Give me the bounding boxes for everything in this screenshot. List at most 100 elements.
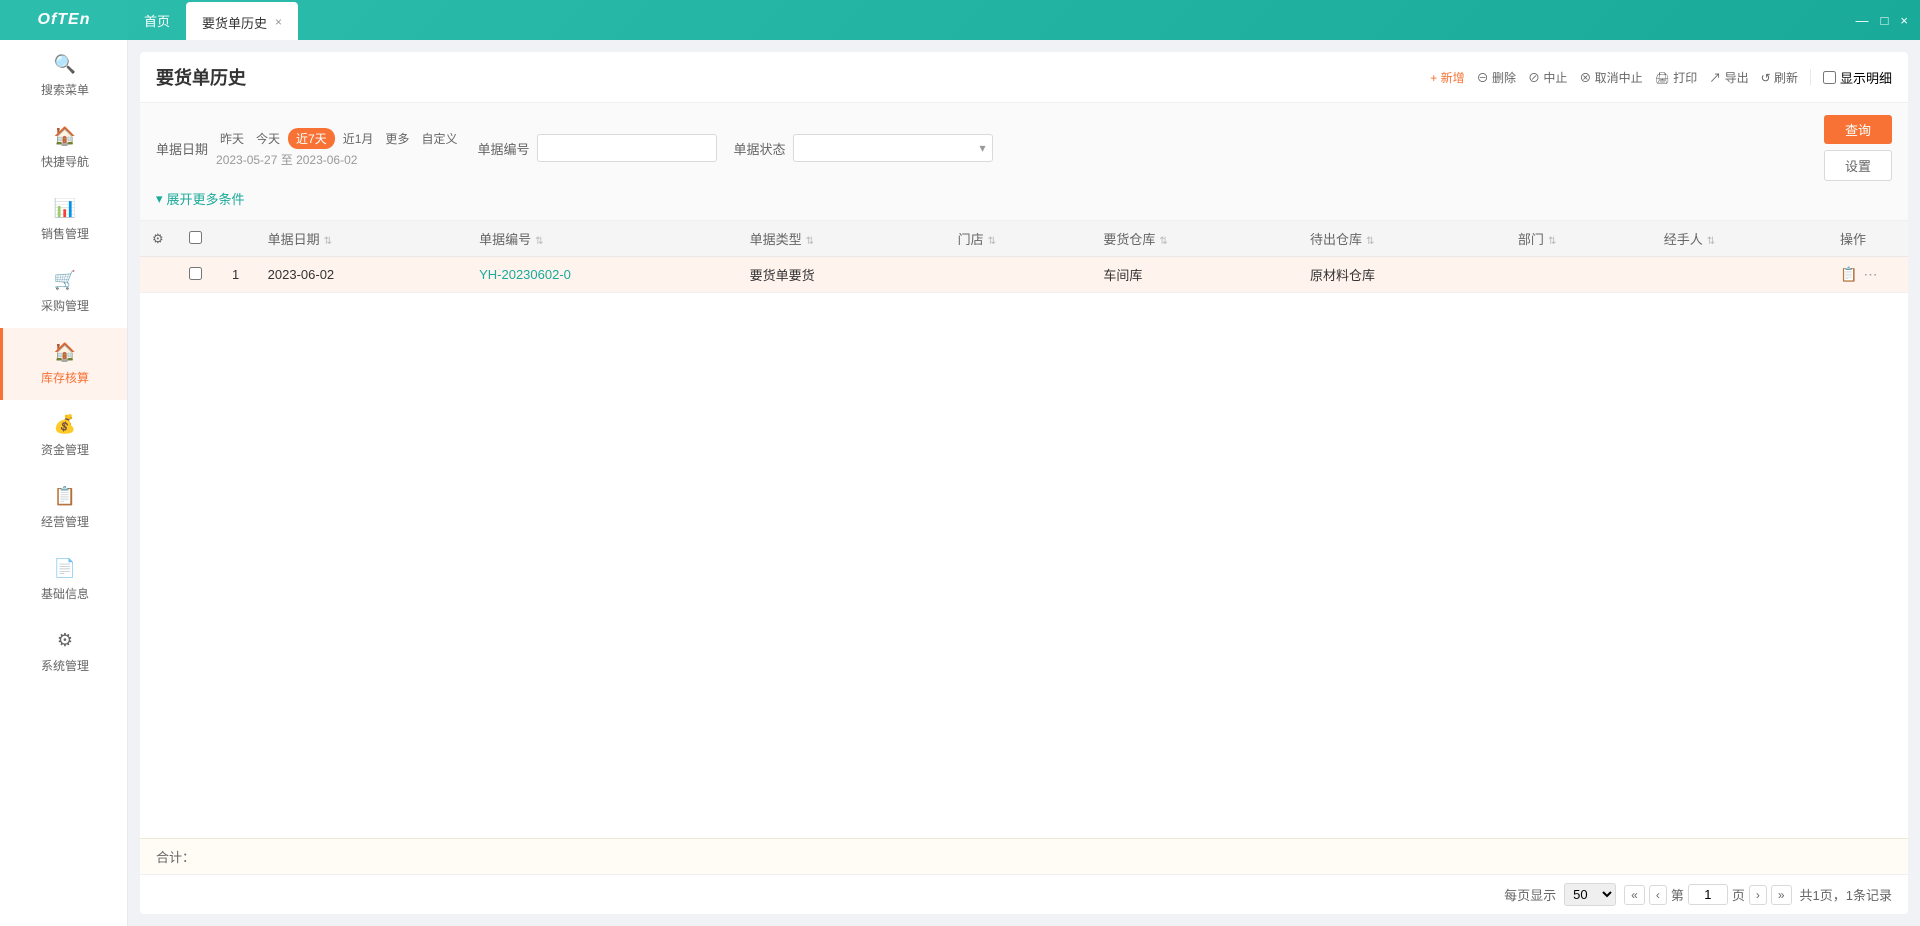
- top-bar-right: — □ ×: [1856, 13, 1920, 28]
- display-detail-toggle[interactable]: 显示明细: [1823, 68, 1892, 87]
- sidebar-item-label: 基础信息: [41, 585, 89, 602]
- date-filter-group: 单据日期 昨天 今天 近7天 近1月 更多 自定义 2023-05-27 至 2…: [156, 128, 461, 168]
- sidebar-item-label: 系统管理: [41, 657, 89, 674]
- row-more-icon[interactable]: ⋯: [1863, 266, 1877, 283]
- col-num: [216, 221, 256, 257]
- row-action-buttons: 📋 ⋯: [1840, 266, 1896, 283]
- query-button[interactable]: 查询: [1824, 115, 1892, 144]
- col-checkbox: [176, 221, 216, 257]
- tab-home[interactable]: 首页: [128, 0, 186, 40]
- prev-page-btn[interactable]: ‹: [1649, 885, 1667, 905]
- export-button[interactable]: ↗ 导出: [1709, 69, 1748, 86]
- col-date[interactable]: 单据日期⇅: [256, 221, 467, 257]
- table-area: ⚙ 单据日期⇅ 单据编号⇅ 单据类型⇅ 门店⇅ 要货仓库⇅ 待出仓库⇅ 部门⇅: [140, 221, 1908, 838]
- col-handler[interactable]: 经手人⇅: [1652, 221, 1828, 257]
- sidebar-item-system[interactable]: ⚙ 系统管理: [0, 616, 127, 688]
- sidebar-item-label: 库存核算: [41, 369, 89, 386]
- col-dept[interactable]: 部门⇅: [1506, 221, 1652, 257]
- page-content: 要货单历史 + 新增 ⊖ 删除 ⊘ 中止 ⊗ 取消中止 🖨 打印 ↗ 导出 ↺ …: [140, 52, 1908, 914]
- shortcut-today[interactable]: 今天: [252, 128, 284, 149]
- doc-no-input[interactable]: [537, 134, 717, 162]
- next-page-btn[interactable]: ›: [1749, 885, 1767, 905]
- doc-no-link[interactable]: YH-20230602-0: [479, 267, 571, 282]
- finance-icon: 💰: [54, 414, 76, 435]
- row-handler: [1652, 257, 1828, 293]
- toolbar: + 新增 ⊖ 删除 ⊘ 中止 ⊗ 取消中止 🖨 打印 ↗ 导出 ↺ 刷新 显示明…: [1430, 68, 1892, 87]
- date-filter-label: 单据日期: [156, 139, 208, 158]
- settings-button[interactable]: 设置: [1824, 150, 1892, 181]
- sort-handler-icon: ⇅: [1707, 236, 1715, 247]
- delete-button[interactable]: ⊖ 删除: [1477, 69, 1516, 86]
- row-doc-no: YH-20230602-0: [467, 257, 738, 293]
- row-date: 2023-06-02: [256, 257, 467, 293]
- page-label: 第: [1671, 885, 1684, 904]
- brand-area: OfTEn: [0, 0, 128, 40]
- search-menu-icon: 🔍: [54, 54, 76, 75]
- select-all-checkbox[interactable]: [189, 231, 202, 244]
- shortcut-1month[interactable]: 近1月: [339, 128, 378, 149]
- row-req-warehouse: 车间库: [1091, 257, 1298, 293]
- last-page-btn[interactable]: »: [1771, 885, 1792, 905]
- shortcut-yesterday[interactable]: 昨天: [216, 128, 248, 149]
- row-doc-type: 要货单要货: [738, 257, 946, 293]
- window-close-btn[interactable]: ×: [1900, 13, 1908, 28]
- row-checkbox[interactable]: [189, 267, 202, 280]
- tab-close-icon[interactable]: ×: [275, 15, 282, 29]
- refresh-button[interactable]: ↺ 刷新: [1761, 69, 1798, 86]
- first-page-btn[interactable]: «: [1624, 885, 1645, 905]
- per-page-select[interactable]: 50 100 200: [1564, 883, 1616, 906]
- inventory-icon: 🏠: [54, 342, 76, 363]
- row-pending-warehouse: 原材料仓库: [1298, 257, 1506, 293]
- col-store[interactable]: 门店⇅: [946, 221, 1092, 257]
- shortcut-custom[interactable]: 自定义: [417, 128, 461, 149]
- quick-nav-icon: 🏠: [54, 126, 76, 147]
- page-input[interactable]: [1688, 884, 1728, 905]
- sidebar-item-operations[interactable]: 📋 经营管理: [0, 472, 127, 544]
- col-pending-warehouse[interactable]: 待出仓库⇅: [1298, 221, 1506, 257]
- col-req-warehouse[interactable]: 要货仓库⇅: [1091, 221, 1298, 257]
- sidebar-item-search[interactable]: 🔍 搜索菜单: [0, 40, 127, 112]
- col-action: 操作: [1828, 221, 1908, 257]
- display-detail-label: 显示明细: [1840, 68, 1892, 87]
- expand-more-icon: ▾: [156, 191, 163, 207]
- print-button[interactable]: 🖨 打印: [1655, 69, 1698, 86]
- shortcut-7days[interactable]: 近7天: [288, 128, 335, 149]
- sidebar-item-finance[interactable]: 💰 资金管理: [0, 400, 127, 472]
- sort-store-icon: ⇅: [988, 236, 996, 247]
- tab-active[interactable]: 要货单历史 ×: [186, 2, 298, 42]
- sidebar-item-quick-nav[interactable]: 🏠 快捷导航: [0, 112, 127, 184]
- total-info: 共1页，1条记录: [1800, 885, 1892, 904]
- date-shortcuts-row: 昨天 今天 近7天 近1月 更多 自定义: [216, 128, 461, 149]
- cancel-stop-button[interactable]: ⊗ 取消中止: [1579, 69, 1642, 86]
- sidebar-item-label: 快捷导航: [41, 153, 89, 170]
- page-unit: 页: [1732, 885, 1745, 904]
- col-doc-no[interactable]: 单据编号⇅: [467, 221, 738, 257]
- sidebar-item-sales[interactable]: 📊 销售管理: [0, 184, 127, 256]
- stop-button[interactable]: ⊘ 中止: [1528, 69, 1567, 86]
- status-select[interactable]: [793, 134, 993, 162]
- sidebar-item-inventory[interactable]: 🏠 库存核算: [0, 328, 127, 400]
- status-filter-group: 单据状态: [733, 134, 993, 162]
- sidebar-item-label: 经营管理: [41, 513, 89, 530]
- row-edit-icon[interactable]: 📋: [1840, 266, 1857, 283]
- sidebar-item-purchase[interactable]: 🛒 采购管理: [0, 256, 127, 328]
- date-shortcuts: 昨天 今天 近7天 近1月 更多 自定义 2023-05-27 至 2023-0…: [216, 128, 461, 168]
- table-row[interactable]: 1 2023-06-02 YH-20230602-0 要货单要货 车间库 原材料…: [140, 257, 1908, 293]
- page-title: 要货单历史: [156, 64, 1430, 90]
- basic-info-icon: 📄: [54, 558, 76, 579]
- window-maximize-btn[interactable]: □: [1881, 13, 1889, 28]
- shortcut-more[interactable]: 更多: [381, 128, 413, 149]
- add-button[interactable]: + 新增: [1430, 69, 1464, 86]
- row-settings: [140, 257, 176, 293]
- header-row: ⚙ 单据日期⇅ 单据编号⇅ 单据类型⇅ 门店⇅ 要货仓库⇅ 待出仓库⇅ 部门⇅: [140, 221, 1908, 257]
- col-doc-type[interactable]: 单据类型⇅: [738, 221, 946, 257]
- sidebar-item-basic-info[interactable]: 📄 基础信息: [0, 544, 127, 616]
- summary-label: 合计：: [156, 850, 195, 865]
- display-detail-checkbox[interactable]: [1823, 71, 1836, 84]
- col-settings[interactable]: ⚙: [140, 221, 176, 257]
- row-num: 1: [216, 257, 256, 293]
- window-minimize-btn[interactable]: —: [1856, 13, 1869, 28]
- filter-area: 单据日期 昨天 今天 近7天 近1月 更多 自定义 2023-05-27 至 2…: [140, 103, 1908, 221]
- expand-more-btn[interactable]: ▾ 展开更多条件: [156, 189, 1892, 208]
- sort-dept-icon: ⇅: [1548, 236, 1556, 247]
